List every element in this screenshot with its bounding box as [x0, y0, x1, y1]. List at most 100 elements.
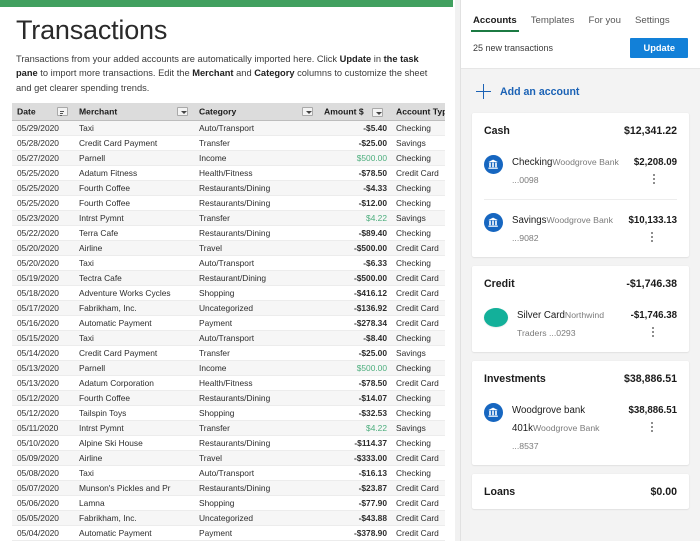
table-row[interactable]: 05/14/2020 Credit Card Payment Transfer -$2…	[12, 345, 445, 361]
table-row[interactable]: 05/06/2020 Lamna Shopping -$77.90 Credit Car…	[12, 495, 445, 511]
cell-category[interactable]: Shopping	[194, 405, 319, 421]
cell-merchant[interactable]: Fourth Coffee	[74, 195, 194, 211]
cell-category[interactable]: Health/Fitness	[194, 375, 319, 391]
cell-amount[interactable]: $4.22	[319, 420, 391, 436]
cell-date[interactable]: 05/23/2020	[12, 210, 74, 226]
table-row[interactable]: 05/04/2020 Automatic Payment Payment -$378.…	[12, 525, 445, 541]
cell-amount[interactable]: -$500.00	[319, 270, 391, 286]
cell-date[interactable]: 05/05/2020	[12, 510, 74, 526]
cell-account-type[interactable]: Credit Card	[391, 450, 445, 466]
cell-amount[interactable]: $500.00	[319, 360, 391, 376]
cell-merchant[interactable]: Airline	[74, 240, 194, 256]
cell-category[interactable]: Restaurant/Dining	[194, 270, 319, 286]
table-row[interactable]: 05/22/2020 Terra Cafe Restaurants/Dining -$…	[12, 225, 445, 241]
filter-dropdown-icon-merchant[interactable]	[177, 107, 188, 117]
cell-amount[interactable]: -$78.50	[319, 375, 391, 391]
table-row[interactable]: 05/13/2020 Parnell Income $500.00 Checking	[12, 360, 445, 376]
cell-date[interactable]: 05/13/2020	[12, 360, 74, 376]
cell-category[interactable]: Uncategorized	[194, 300, 319, 316]
cell-merchant[interactable]: Adventure Works Cycles	[74, 285, 194, 301]
cell-account-type[interactable]: Credit Card	[391, 510, 445, 526]
table-row[interactable]: 05/16/2020 Automatic Payment Payment -$278.…	[12, 315, 445, 331]
cell-amount[interactable]: -$14.07	[319, 390, 391, 406]
cell-date[interactable]: 05/10/2020	[12, 435, 74, 451]
cell-category[interactable]: Auto/Transport	[194, 120, 319, 136]
cell-merchant[interactable]: Taxi	[74, 330, 194, 346]
cell-category[interactable]: Restaurants/Dining	[194, 480, 319, 496]
cell-account-type[interactable]: Checking	[391, 405, 445, 421]
cell-date[interactable]: 05/25/2020	[12, 165, 74, 181]
cell-merchant[interactable]: Adatum Fitness	[74, 165, 194, 181]
account-row[interactable]: CheckingWoodgrove Bank ...0098 $2,208.09	[484, 148, 677, 199]
more-options-icon[interactable]	[629, 232, 676, 242]
add-an-account-button[interactable]: Add an account	[472, 69, 689, 113]
cell-merchant[interactable]: Intrst Pymnt	[74, 210, 194, 226]
table-row[interactable]: 05/29/2020 Taxi Auto/Transport -$5.40 Checki…	[12, 120, 445, 136]
cell-category[interactable]: Restaurants/Dining	[194, 435, 319, 451]
cell-date[interactable]: 05/18/2020	[12, 285, 74, 301]
sort-filter-icon-date[interactable]	[57, 107, 68, 117]
filter-dropdown-icon-amount[interactable]	[372, 107, 384, 117]
cell-amount[interactable]: -$333.00	[319, 450, 391, 466]
cell-date[interactable]: 05/07/2020	[12, 480, 74, 496]
more-options-icon[interactable]	[629, 422, 676, 432]
cell-date[interactable]: 05/19/2020	[12, 270, 74, 286]
cell-merchant[interactable]: Adatum Corporation	[74, 375, 194, 391]
cell-amount[interactable]: -$114.37	[319, 435, 391, 451]
table-row[interactable]: 05/09/2020 Airline Travel -$333.00 Credit Ca…	[12, 450, 445, 466]
cell-merchant[interactable]: Alpine Ski House	[74, 435, 194, 451]
tab-for-you[interactable]: For you	[588, 15, 621, 32]
cell-merchant[interactable]: Intrst Pymnt	[74, 420, 194, 436]
cell-merchant[interactable]: Automatic Payment	[74, 525, 194, 541]
table-row[interactable]: 05/07/2020 Munson's Pickles and Pr Restaur…	[12, 480, 445, 496]
cell-merchant[interactable]: Parnell	[74, 150, 194, 166]
table-row[interactable]: 05/18/2020 Adventure Works Cycles Shopping…	[12, 285, 445, 301]
cell-amount[interactable]: -$500.00	[319, 240, 391, 256]
cell-date[interactable]: 05/22/2020	[12, 225, 74, 241]
cell-merchant[interactable]: Taxi	[74, 255, 194, 271]
cell-category[interactable]: Restaurants/Dining	[194, 225, 319, 241]
tab-accounts[interactable]: Accounts	[471, 15, 519, 32]
column-header-category[interactable]: Category	[194, 103, 319, 122]
cell-amount[interactable]: -$416.12	[319, 285, 391, 301]
cell-category[interactable]: Auto/Transport	[194, 330, 319, 346]
cell-date[interactable]: 05/08/2020	[12, 465, 74, 481]
table-row[interactable]: 05/11/2020 Intrst Pymnt Transfer $4.22 Savin…	[12, 420, 445, 436]
cell-account-type[interactable]: Checking	[391, 465, 445, 481]
cell-amount[interactable]: -$78.50	[319, 165, 391, 181]
cell-category[interactable]: Auto/Transport	[194, 255, 319, 271]
cell-category[interactable]: Payment	[194, 315, 319, 331]
cell-amount[interactable]: -$136.92	[319, 300, 391, 316]
cell-amount[interactable]: -$378.90	[319, 525, 391, 541]
cell-account-type[interactable]: Checking	[391, 150, 445, 166]
table-row[interactable]: 05/15/2020 Taxi Auto/Transport -$8.40 Checki…	[12, 330, 445, 346]
cell-account-type[interactable]: Savings	[391, 345, 445, 361]
cell-merchant[interactable]: Fabrikham, Inc.	[74, 510, 194, 526]
table-row[interactable]: 05/17/2020 Fabrikham, Inc. Uncategorized -$…	[12, 300, 445, 316]
cell-merchant[interactable]: Terra Cafe	[74, 225, 194, 241]
cell-date[interactable]: 05/20/2020	[12, 255, 74, 271]
cell-date[interactable]: 05/25/2020	[12, 180, 74, 196]
cell-date[interactable]: 05/11/2020	[12, 420, 74, 436]
table-row[interactable]: 05/20/2020 Taxi Auto/Transport -$6.33 Checki…	[12, 255, 445, 271]
table-row[interactable]: 05/13/2020 Adatum Corporation Health/Fitne…	[12, 375, 445, 391]
cell-merchant[interactable]: Fourth Coffee	[74, 390, 194, 406]
cell-date[interactable]: 05/04/2020	[12, 525, 74, 541]
cell-date[interactable]: 05/06/2020	[12, 495, 74, 511]
cell-category[interactable]: Shopping	[194, 495, 319, 511]
cell-category[interactable]: Uncategorized	[194, 510, 319, 526]
cell-account-type[interactable]: Checking	[391, 330, 445, 346]
cell-date[interactable]: 05/12/2020	[12, 405, 74, 421]
cell-category[interactable]: Transfer	[194, 420, 319, 436]
account-row[interactable]: SavingsWoodgrove Bank ...9082 $10,133.13	[484, 199, 677, 257]
table-row[interactable]: 05/19/2020 Tectra Cafe Restaurant/Dining -$…	[12, 270, 445, 286]
cell-category[interactable]: Restaurants/Dining	[194, 180, 319, 196]
cell-merchant[interactable]: Airline	[74, 450, 194, 466]
cell-account-type[interactable]: Checking	[391, 360, 445, 376]
table-row[interactable]: 05/20/2020 Airline Travel -$500.00 Credit Ca…	[12, 240, 445, 256]
cell-merchant[interactable]: Taxi	[74, 465, 194, 481]
cell-merchant[interactable]: Credit Card Payment	[74, 345, 194, 361]
cell-amount[interactable]: -$25.00	[319, 135, 391, 151]
cell-merchant[interactable]: Fourth Coffee	[74, 180, 194, 196]
cell-date[interactable]: 05/27/2020	[12, 150, 74, 166]
